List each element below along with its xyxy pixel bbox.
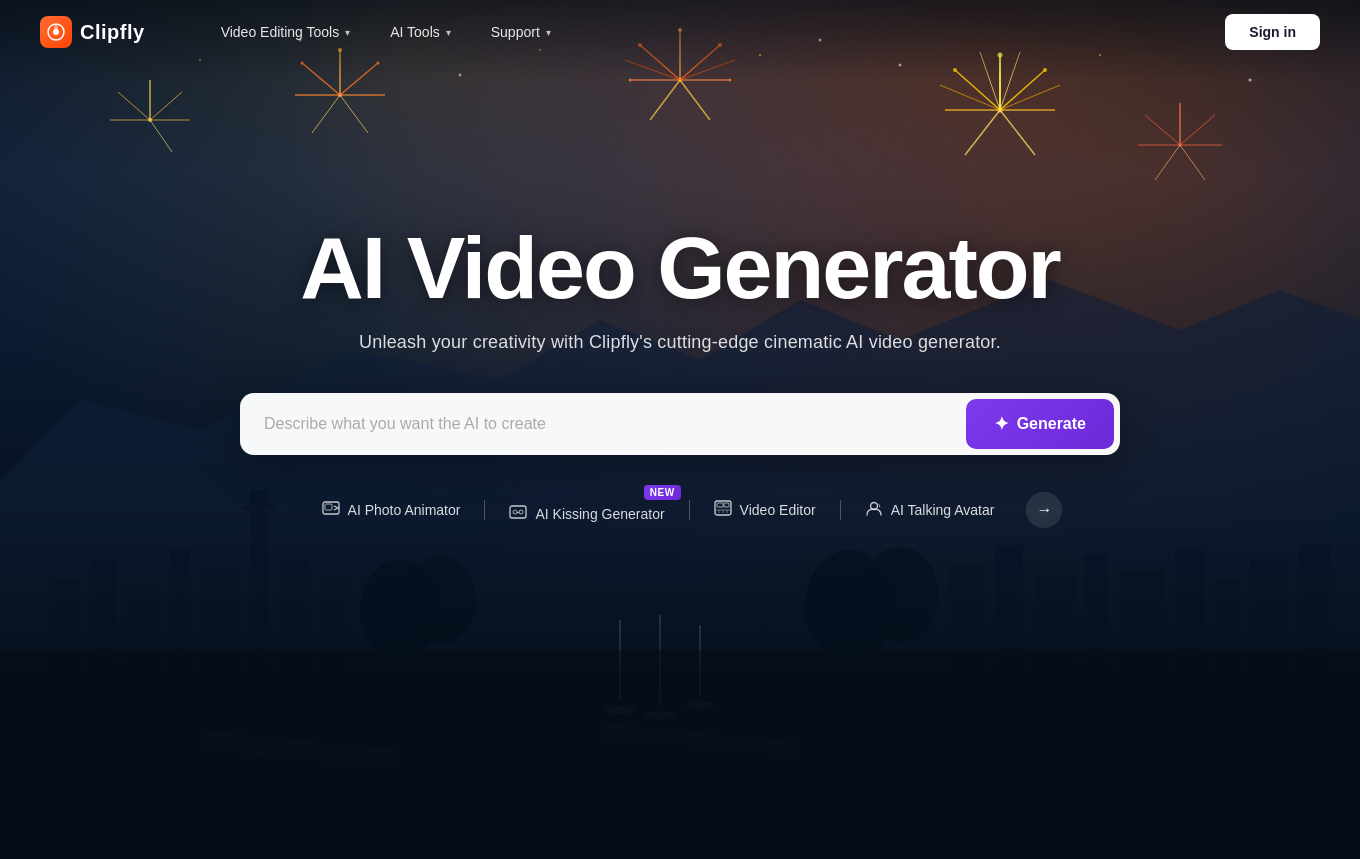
svg-point-102 <box>513 510 517 514</box>
quick-links: AI Photo Animator NEW AI Kissing Generat… <box>298 487 1063 533</box>
search-container: ✦ Generate <box>240 393 1120 455</box>
logo-icon <box>40 16 72 48</box>
chevron-down-icon: ▾ <box>345 27 350 38</box>
talking-avatar-icon <box>865 499 883 521</box>
svg-rect-100 <box>325 504 332 510</box>
hero-content: AI Video Generator Unleash your creativi… <box>200 224 1160 533</box>
kissing-label: AI Kissing Generator <box>535 506 664 522</box>
nav-links: Video Editing Tools ▾ AI Tools ▾ Support… <box>205 16 1226 48</box>
nav-item-video-editing[interactable]: Video Editing Tools ▾ <box>205 16 367 48</box>
nav-item-support[interactable]: Support ▾ <box>475 16 567 48</box>
svg-point-112 <box>878 506 880 508</box>
new-badge: NEW <box>644 485 681 500</box>
photo-animator-label: AI Photo Animator <box>348 502 461 518</box>
generate-label: Generate <box>1017 415 1086 433</box>
photo-animator-icon <box>322 499 340 521</box>
navbar: Clipfly Video Editing Tools ▾ AI Tools ▾… <box>0 0 1360 64</box>
svg-rect-101 <box>510 506 526 518</box>
arrow-right-icon: → <box>1036 501 1052 519</box>
nav-item-ai-tools[interactable]: AI Tools ▾ <box>374 16 467 48</box>
generate-button[interactable]: ✦ Generate <box>966 399 1114 449</box>
svg-point-103 <box>519 510 523 514</box>
kissing-icon <box>509 503 527 525</box>
hero-section: Clipfly Video Editing Tools ▾ AI Tools ▾… <box>0 0 1360 859</box>
talking-avatar-label: AI Talking Avatar <box>891 502 995 518</box>
video-editor-label: Video Editor <box>740 502 816 518</box>
video-editor-icon <box>714 499 732 521</box>
svg-rect-106 <box>724 503 729 507</box>
search-input[interactable] <box>264 415 966 433</box>
nav-label-ai-tools: AI Tools <box>390 24 440 40</box>
nav-right: Sign in <box>1225 14 1320 50</box>
svg-rect-105 <box>717 503 723 507</box>
chevron-down-icon: ▾ <box>446 27 451 38</box>
hero-title: AI Video Generator <box>300 224 1059 312</box>
nav-label-video-editing: Video Editing Tools <box>221 24 340 40</box>
nav-label-support: Support <box>491 24 540 40</box>
quick-link-kissing-generator[interactable]: NEW AI Kissing Generator <box>485 487 688 533</box>
more-tools-button[interactable]: → <box>1026 492 1062 528</box>
hero-subtitle: Unleash your creativity with Clipfly's c… <box>359 332 1001 353</box>
sign-in-button[interactable]: Sign in <box>1225 14 1320 50</box>
sparkle-icon: ✦ <box>994 413 1009 435</box>
chevron-down-icon: ▾ <box>546 27 551 38</box>
quick-link-video-editor[interactable]: Video Editor <box>690 491 840 529</box>
quick-link-talking-avatar[interactable]: AI Talking Avatar <box>841 491 1019 529</box>
quick-link-photo-animator[interactable]: AI Photo Animator <box>298 491 485 529</box>
logo[interactable]: Clipfly <box>40 16 145 48</box>
logo-text: Clipfly <box>80 21 145 44</box>
bottom-overlay <box>0 509 1360 859</box>
